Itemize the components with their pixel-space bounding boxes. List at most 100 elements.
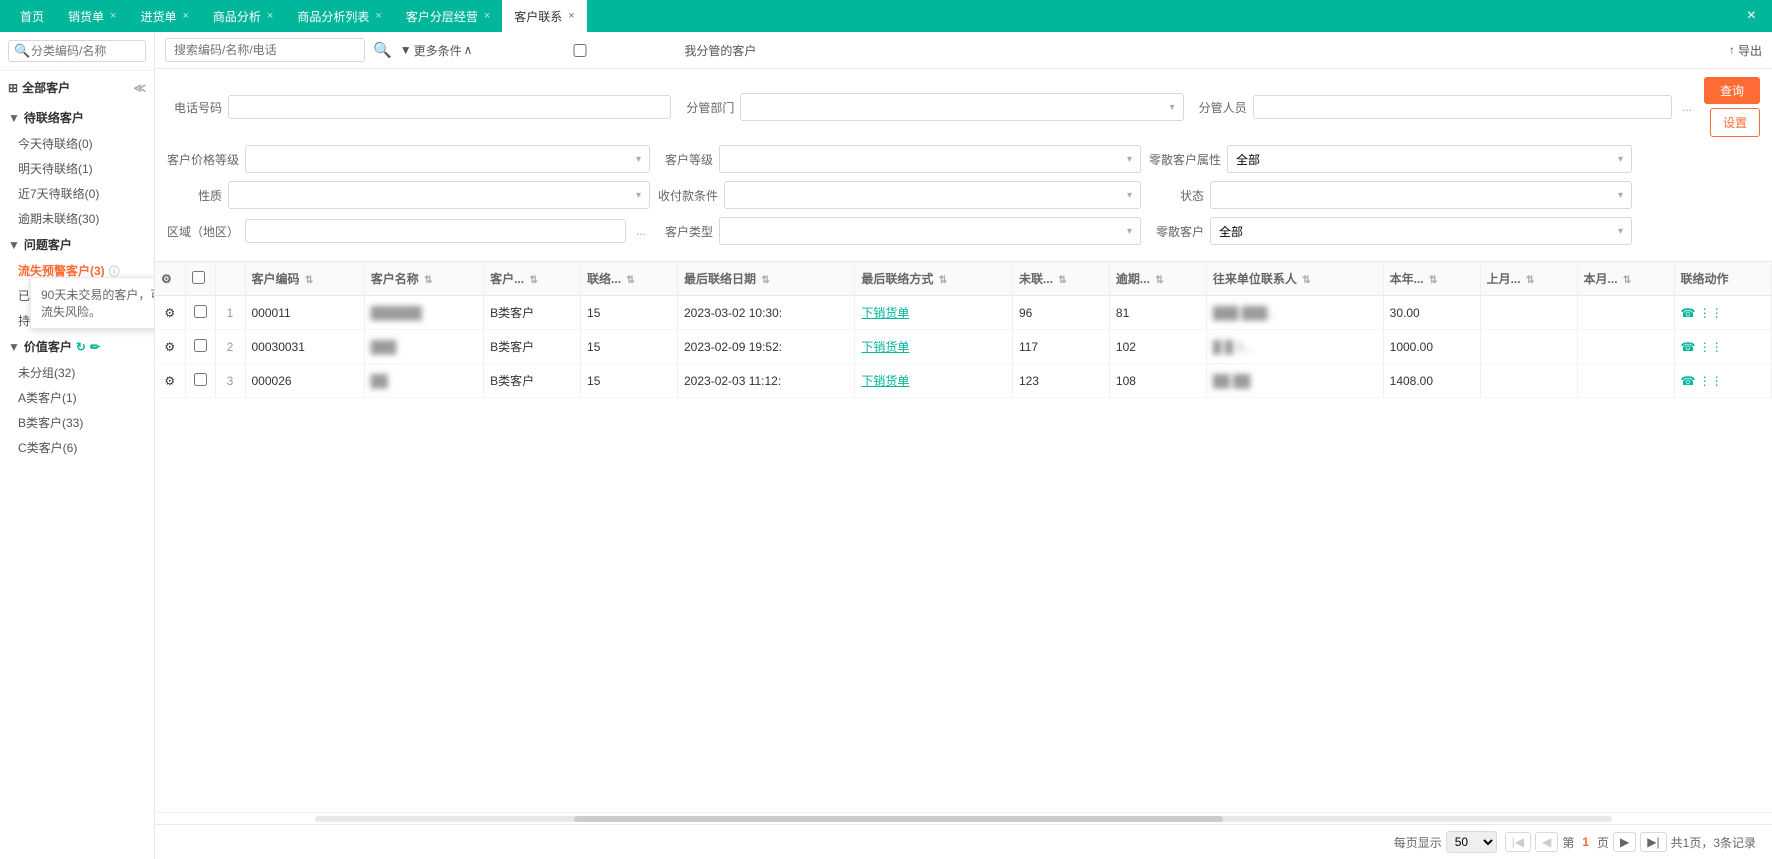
close-sales-icon[interactable]: × (110, 10, 116, 22)
sidebar-item-tomorrow[interactable]: 明天待联络(1) (0, 156, 154, 181)
dept-select[interactable]: ▾ (740, 93, 1183, 121)
nav-purchase[interactable]: 进货单 × (128, 0, 200, 32)
row-last-contact-way[interactable]: 下销货单 (855, 296, 1013, 330)
retail-attr-select[interactable]: 全部 ▾ (1227, 145, 1632, 173)
row-action[interactable]: ☎ ⋮⋮ (1674, 296, 1772, 330)
nav-sales[interactable]: 销货单 × (56, 0, 128, 32)
row-not-contacted: 96 (1012, 296, 1109, 330)
contact-header[interactable]: 联络... ⇅ (581, 262, 678, 296)
unit-contact-header[interactable]: 往来单位联系人 ⇅ (1206, 262, 1383, 296)
manager-input[interactable] (1253, 95, 1672, 119)
action-header: 联络动作 (1674, 262, 1772, 296)
search-button[interactable]: 🔍 (373, 41, 392, 59)
row-last-contact-way[interactable]: 下销货单 (855, 330, 1013, 364)
checkbox-header[interactable] (185, 262, 215, 296)
page-size-select[interactable]: 50 100 200 (1446, 831, 1497, 853)
row-this-year: 1408.00 (1383, 364, 1480, 398)
group-value-customers[interactable]: ▼ 价值客户 ↻ ✏ (0, 333, 154, 360)
close-purchase-icon[interactable]: × (182, 10, 188, 22)
nav-analysis[interactable]: 商品分析 × (201, 0, 285, 32)
close-analysis-list-icon[interactable]: × (375, 10, 381, 22)
row-checkbox-cell[interactable] (185, 364, 215, 398)
row-code: 00030031 (245, 330, 364, 364)
row-settings[interactable]: ⚙ (155, 296, 185, 330)
export-icon: ↑ (1729, 43, 1735, 57)
not-contacted-header[interactable]: 未联... ⇅ (1012, 262, 1109, 296)
collapse-icon[interactable]: ≪ (133, 81, 146, 95)
edit-icon[interactable]: ✏ (90, 340, 100, 354)
last-contact-date-header[interactable]: 最后联络日期 ⇅ (678, 262, 855, 296)
my-customers-checkbox[interactable] (480, 44, 680, 57)
sidebar-all-customers[interactable]: ⊞ 全部客户 ≪ (0, 71, 154, 104)
select-all-checkbox[interactable] (192, 271, 205, 284)
horizontal-scrollbar[interactable] (155, 812, 1772, 824)
sidebar-item-today[interactable]: 今天待联络(0) (0, 131, 154, 156)
status-select[interactable]: ▾ (1210, 181, 1632, 209)
row-action[interactable]: ☎ ⋮⋮ (1674, 330, 1772, 364)
query-button[interactable]: 查询 (1704, 77, 1760, 104)
customer-type-select[interactable]: ▾ (719, 217, 1141, 245)
search-input[interactable] (165, 38, 365, 62)
type-header[interactable]: 客户... ⇅ (484, 262, 581, 296)
close-customer-tier-icon[interactable]: × (484, 10, 490, 22)
row-settings[interactable]: ⚙ (155, 364, 185, 398)
nav-home[interactable]: 首页 (8, 0, 56, 32)
this-year-header[interactable]: 本年... ⇅ (1383, 262, 1480, 296)
name-header[interactable]: 客户名称 ⇅ (364, 262, 483, 296)
nav-customer-contact[interactable]: 客户联系 × (502, 0, 586, 32)
sidebar-item-b-class[interactable]: B类客户(33) (0, 410, 154, 435)
nav-analysis-list[interactable]: 商品分析列表 × (285, 0, 393, 32)
row-checkbox-cell[interactable] (185, 330, 215, 364)
sidebar-item-ungrouped[interactable]: 未分组(32) (0, 360, 154, 385)
refresh-icon[interactable]: ↻ (76, 340, 86, 354)
last-contact-way-header[interactable]: 最后联络方式 ⇅ (855, 262, 1013, 296)
export-button[interactable]: ↑ 导出 (1729, 42, 1762, 59)
current-page: 1 (1578, 835, 1593, 849)
sidebar-item-c-class[interactable]: C类客户(6) (0, 435, 154, 460)
row-action[interactable]: ☎ ⋮⋮ (1674, 364, 1772, 398)
sidebar-item-7days[interactable]: 近7天待联络(0) (0, 181, 154, 206)
settings-header[interactable]: ⚙ (155, 262, 185, 296)
payment-select[interactable]: ▾ (724, 181, 1141, 209)
next-page-button[interactable]: ▶ (1613, 832, 1636, 852)
sidebar-item-a-class[interactable]: A类客户(1) (0, 385, 154, 410)
price-level-select[interactable]: ▾ (245, 145, 650, 173)
group-pending-contact[interactable]: ▼ 待联络客户 (0, 104, 154, 131)
last-month-header[interactable]: 上月... ⇅ (1480, 262, 1577, 296)
row-checkbox[interactable] (194, 305, 207, 318)
sort-this-month-icon: ⇅ (1623, 275, 1631, 286)
row-this-year: 30.00 (1383, 296, 1480, 330)
customer-level-select[interactable]: ▾ (719, 145, 1141, 173)
sidebar: 🔍 ⊞ 全部客户 ≪ ▼ 待联络客户 今天待联络(0) 明天待联络(1) 近7天… (0, 32, 155, 859)
close-analysis-icon[interactable]: × (267, 10, 273, 22)
sidebar-item-overdue[interactable]: 逾期未联络(30) (0, 206, 154, 231)
nav-customer-tier[interactable]: 客户分层经营 × (394, 0, 502, 32)
setting-button[interactable]: 设置 (1710, 108, 1760, 137)
manager-dots-button[interactable]: ... (1678, 100, 1696, 114)
first-page-button[interactable]: |◀ (1505, 832, 1531, 852)
group-problem-customers[interactable]: ▼ 问题客户 (0, 231, 154, 258)
row-last-contact-way[interactable]: 下销货单 (855, 364, 1013, 398)
row-settings[interactable]: ⚙ (155, 330, 185, 364)
my-customers-checkbox-label[interactable]: 我分管的客户 (480, 42, 756, 59)
region-input[interactable] (245, 219, 626, 243)
row-checkbox[interactable] (194, 339, 207, 352)
region-dots-button[interactable]: ... (632, 224, 650, 238)
overdue-header[interactable]: 逾期... ⇅ (1109, 262, 1206, 296)
retail-customer-select[interactable]: 全部 ▾ (1210, 217, 1632, 245)
row-checkbox-cell[interactable] (185, 296, 215, 330)
sort-contact-icon: ⇅ (626, 275, 634, 286)
this-month-header[interactable]: 本月... ⇅ (1577, 262, 1674, 296)
advanced-filter-panel: 电话号码 分管部门 ▾ 分管人员 ... 查询 设置 (155, 69, 1772, 262)
scrollbar-thumb[interactable] (574, 816, 1223, 822)
close-all-button[interactable]: × (1739, 7, 1764, 25)
phone-input[interactable] (228, 95, 671, 119)
prev-page-button[interactable]: ◀ (1535, 832, 1558, 852)
close-customer-contact-icon[interactable]: × (568, 10, 574, 22)
filter-icon: ▼ (400, 43, 412, 57)
code-header[interactable]: 客户编码 ⇅ (245, 262, 364, 296)
last-page-button[interactable]: ▶| (1640, 832, 1666, 852)
row-checkbox[interactable] (194, 373, 207, 386)
nature-select[interactable]: ▾ (228, 181, 650, 209)
more-conditions-button[interactable]: ▼ 更多条件 ∧ (400, 42, 473, 59)
